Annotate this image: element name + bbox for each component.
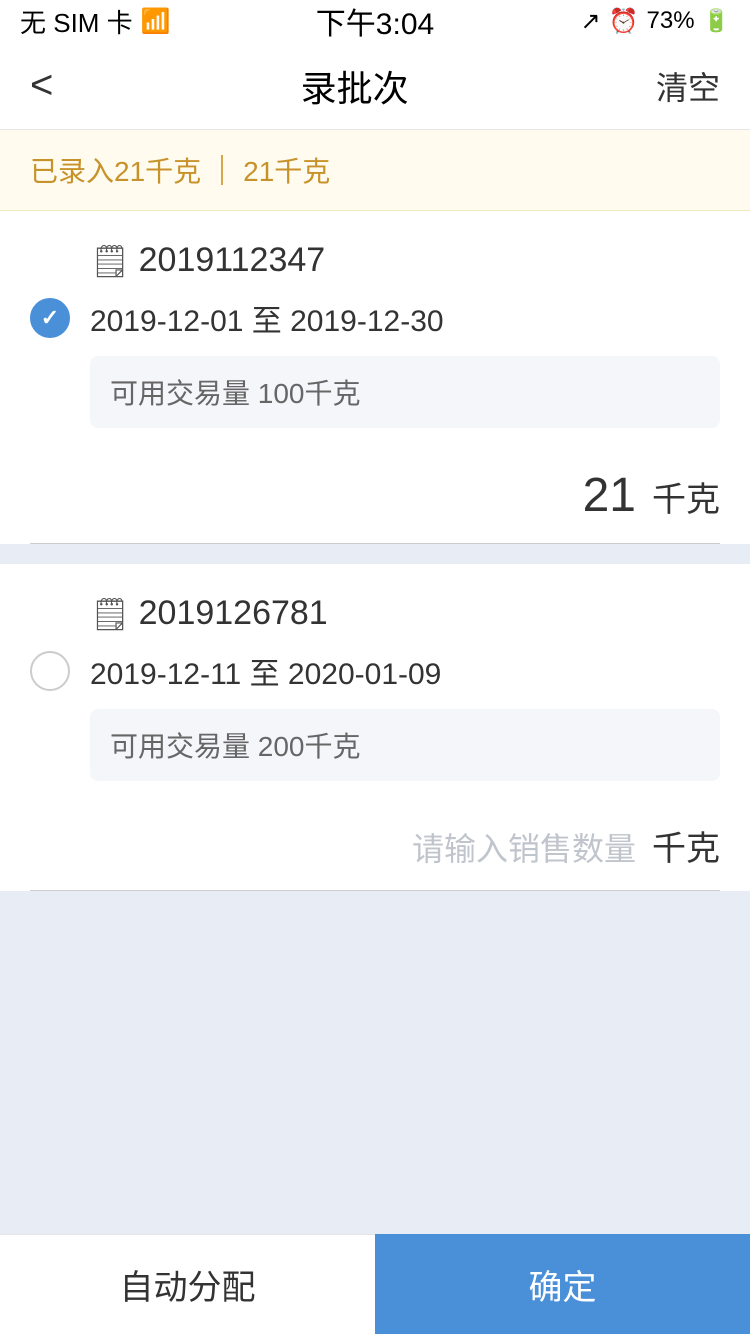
batch2-id: 2019126781 bbox=[139, 594, 328, 633]
batch1-doc-icon: 🗒 bbox=[90, 242, 131, 280]
batch2-avail-text: 可用交易量 200千克 bbox=[110, 731, 361, 762]
batch-item-1[interactable]: 🗒 2019112347 2019-12-01 至 2019-12-30 可用交… bbox=[0, 211, 750, 544]
info-label: 已录入21千克 bbox=[30, 150, 201, 190]
wifi-icon: 📶 bbox=[141, 7, 171, 36]
status-left: 无 SIM 卡 📶 bbox=[20, 3, 171, 40]
info-divider bbox=[221, 155, 223, 185]
carrier-text: 无 SIM 卡 bbox=[20, 3, 133, 40]
page-title: 录批次 bbox=[301, 60, 409, 112]
battery-icon: 🔋 bbox=[703, 8, 730, 34]
back-button[interactable]: < bbox=[30, 63, 53, 108]
clear-button[interactable]: 清空 bbox=[656, 63, 720, 109]
info-banner: 已录入21千克 21千克 bbox=[0, 130, 750, 211]
batch2-input-row[interactable]: 请输入销售数量 千克 bbox=[0, 801, 750, 890]
bottom-bar: 自动分配 确定 bbox=[0, 1234, 750, 1334]
status-bar: 无 SIM 卡 📶 下午3:04 ↗ ⏰ 73% 🔋 bbox=[0, 0, 750, 42]
batch2-avail: 可用交易量 200千克 bbox=[90, 709, 720, 781]
location-icon: ↗ bbox=[581, 7, 601, 36]
auto-distribute-button[interactable]: 自动分配 bbox=[0, 1234, 375, 1334]
batch1-avail: 可用交易量 100千克 bbox=[90, 356, 720, 428]
confirm-button[interactable]: 确定 bbox=[375, 1234, 750, 1334]
battery-text: 73% bbox=[647, 7, 695, 35]
content-area: 已录入21千克 21千克 🗒 2019112347 2019-12-01 至 2… bbox=[0, 130, 750, 1234]
batch1-avail-text: 可用交易量 100千克 bbox=[110, 378, 361, 409]
batch1-qty-row: 21 千克 bbox=[0, 448, 750, 543]
batch2-input-unit: 千克 bbox=[652, 821, 720, 870]
info-value: 21千克 bbox=[243, 150, 330, 190]
batch1-date: 2019-12-01 至 2019-12-30 bbox=[90, 296, 444, 340]
alarm-icon: ⏰ bbox=[609, 7, 639, 36]
status-right: ↗ ⏰ 73% 🔋 bbox=[581, 7, 730, 36]
batch2-date-row: 2019-12-11 至 2020-01-09 bbox=[30, 649, 720, 693]
batch2-input-placeholder: 请输入销售数量 bbox=[412, 824, 636, 870]
batch1-id-row: 🗒 2019112347 bbox=[90, 241, 720, 280]
batch2-date: 2019-12-11 至 2020-01-09 bbox=[90, 649, 441, 693]
batch2-doc-icon: 🗒 bbox=[90, 595, 131, 633]
batch2-radio[interactable] bbox=[30, 651, 70, 691]
empty-area bbox=[0, 891, 750, 1234]
status-time: 下午3:04 bbox=[316, 0, 434, 43]
batch-item-2[interactable]: 🗒 2019126781 2019-12-11 至 2020-01-09 可用交… bbox=[0, 564, 750, 891]
batch2-id-row: 🗒 2019126781 bbox=[90, 594, 720, 633]
batch1-unit: 千克 bbox=[652, 472, 720, 521]
batch1-id: 2019112347 bbox=[139, 241, 326, 280]
section-divider bbox=[0, 544, 750, 564]
batch1-qty[interactable]: 21 bbox=[583, 468, 636, 523]
nav-bar: < 录批次 清空 bbox=[0, 42, 750, 130]
batch1-date-row: 2019-12-01 至 2019-12-30 bbox=[30, 296, 720, 340]
batch1-radio[interactable] bbox=[30, 298, 70, 338]
